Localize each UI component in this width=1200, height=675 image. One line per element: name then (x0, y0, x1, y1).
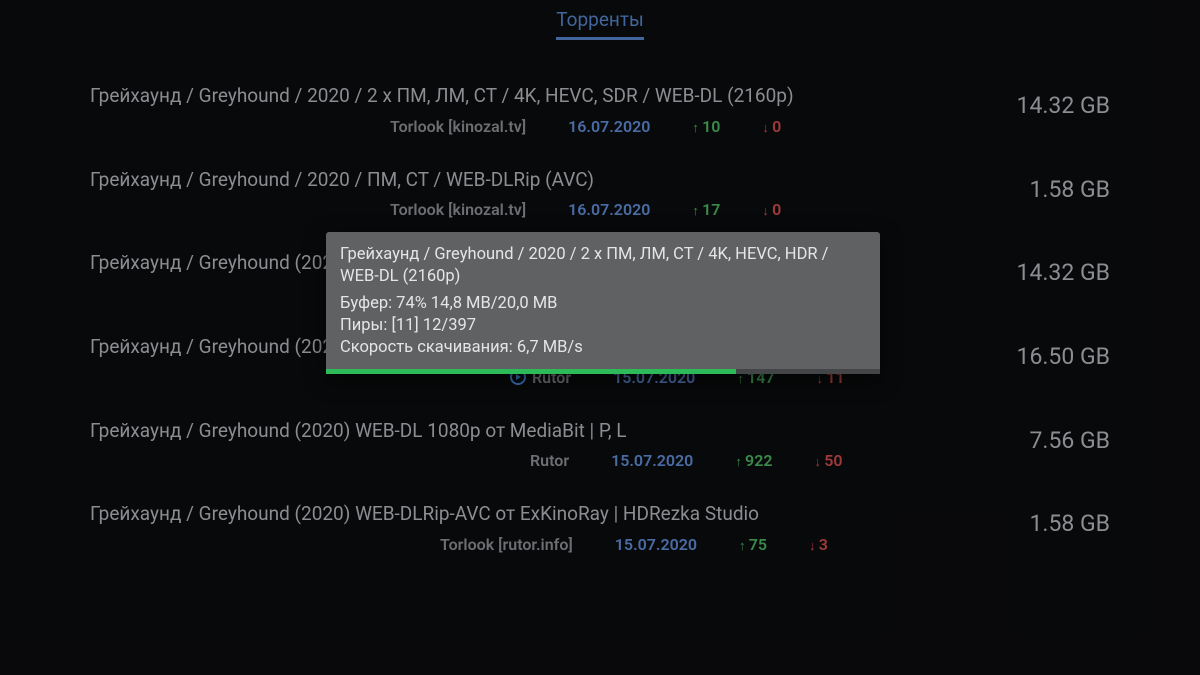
torrent-title: Грейхаунд / Greyhound (2020) WEB-DLRip-A… (90, 502, 1110, 527)
torrent-title: Грейхаунд / Greyhound (2020) WEB-DL 1080… (90, 419, 1110, 444)
source-label: Torlook [rutor.info] (440, 535, 573, 554)
seed-count: 10 (692, 117, 720, 136)
file-size: 16.50 GB (1017, 343, 1110, 370)
torrent-date: 16.07.2020 (568, 200, 650, 219)
torrent-title: Грейхаунд / Greyhound / 2020 / ПМ, СТ / … (90, 168, 1110, 193)
peers-status: Пиры: [11] 12/397 (340, 315, 866, 337)
source-label: Torlook [kinozal.tv] (390, 117, 526, 136)
seed-count: 922 (735, 451, 772, 470)
seed-count: 75 (739, 535, 767, 554)
dialog-title: Грейхаунд / Greyhound / 2020 / 2 x ПМ, Л… (340, 244, 866, 289)
list-item[interactable]: Грейхаунд / Greyhound / 2020 / ПМ, СТ / … (90, 168, 1110, 220)
file-size: 1.58 GB (1029, 510, 1110, 537)
torrent-date: 15.07.2020 (611, 451, 693, 470)
leech-count: 50 (814, 451, 842, 470)
file-size: 7.56 GB (1029, 427, 1110, 454)
page-title: Торренты (556, 8, 644, 40)
list-item[interactable]: Грейхаунд / Greyhound (2020) WEB-DLRip-A… (90, 502, 1110, 554)
torrent-date: 15.07.2020 (615, 535, 697, 554)
file-size: 14.32 GB (1017, 259, 1110, 286)
torrent-date: 16.07.2020 (568, 117, 650, 136)
leech-count: 0 (762, 117, 781, 136)
buffering-dialog: Грейхаунд / Greyhound / 2020 / 2 x ПМ, Л… (326, 232, 880, 374)
progress-fill (326, 369, 736, 374)
list-item[interactable]: Грейхаунд / Greyhound / 2020 / 2 x ПМ, Л… (90, 84, 1110, 136)
leech-count: 0 (762, 200, 781, 219)
buffer-status: Буфер: 74% 14,8 MB/20,0 MB (340, 293, 866, 315)
leech-count: 3 (809, 535, 828, 554)
source-label: Torlook [kinozal.tv] (390, 200, 526, 219)
torrent-title: Грейхаунд / Greyhound / 2020 / 2 x ПМ, Л… (90, 84, 1110, 109)
file-size: 14.32 GB (1017, 92, 1110, 119)
progress-bar (326, 369, 880, 374)
source-label: Rutor (530, 451, 569, 470)
file-size: 1.58 GB (1029, 176, 1110, 203)
speed-status: Скорость скачивания: 6,7 MB/s (340, 337, 866, 359)
seed-count: 17 (692, 200, 720, 219)
list-item[interactable]: Грейхаунд / Greyhound (2020) WEB-DL 1080… (90, 419, 1110, 471)
